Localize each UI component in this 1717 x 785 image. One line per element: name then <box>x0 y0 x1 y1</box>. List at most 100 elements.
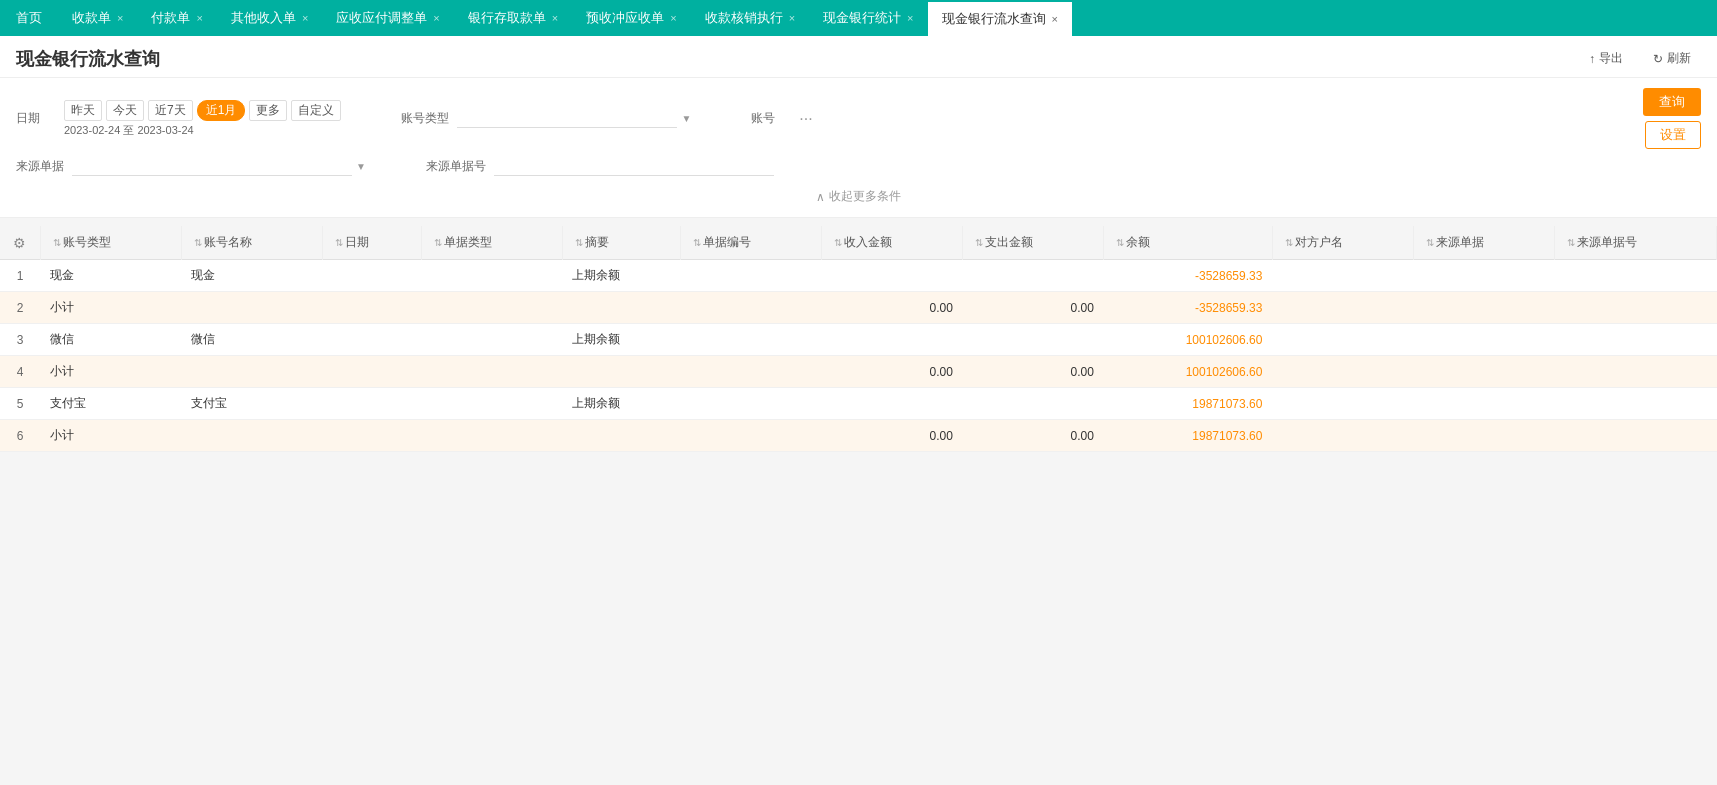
th-settings[interactable]: ⚙ <box>0 226 40 260</box>
nav-tab-close[interactable]: × <box>117 12 123 24</box>
table-row: 3微信微信上期余额100102606.60 <box>0 324 1717 356</box>
sort-icon-balance: ⇅ <box>1116 237 1124 248</box>
td-doc_type <box>421 324 562 356</box>
query-button[interactable]: 查询 <box>1643 88 1701 116</box>
th-doc_no[interactable]: ⇅单据编号 <box>681 226 822 260</box>
th-income[interactable]: ⇅收入金额 <box>822 226 963 260</box>
export-icon: ↑ <box>1589 52 1595 66</box>
nav-tab-付款单[interactable]: 付款单 × <box>137 0 216 36</box>
collapse-button[interactable]: ∧ 收起更多条件 <box>816 188 901 205</box>
nav-tab-预收冲应收单[interactable]: 预收冲应收单 × <box>572 0 690 36</box>
td-settings: 3 <box>0 324 40 356</box>
nav-tab-收款核销执行[interactable]: 收款核销执行× <box>691 0 809 36</box>
account-type-dropdown-icon[interactable]: ▼ <box>681 113 691 124</box>
nav-tab-应收应付调整单[interactable]: 应收应付调整单× <box>322 0 453 36</box>
sort-icon-counterpart: ⇅ <box>1285 237 1293 248</box>
td-account_type: 小计 <box>40 356 181 388</box>
nav-tab-银行存取款单[interactable]: 银行存取款单× <box>454 0 572 36</box>
th-source_doc[interactable]: ⇅来源单据 <box>1413 226 1554 260</box>
sort-icon-doc_type: ⇅ <box>434 237 442 248</box>
td-expense: 0.00 <box>963 420 1104 452</box>
td-summary <box>562 420 680 452</box>
date-btn-近7天[interactable]: 近7天 <box>148 100 193 121</box>
th-balance[interactable]: ⇅余额 <box>1104 226 1272 260</box>
td-summary: 上期余额 <box>562 260 680 292</box>
account-type-input[interactable] <box>457 109 677 128</box>
nav-tab-close[interactable]: × <box>907 12 913 24</box>
td-expense: 0.00 <box>963 292 1104 324</box>
td-settings: 1 <box>0 260 40 292</box>
td-source_doc <box>1413 260 1554 292</box>
date-btn-昨天[interactable]: 昨天 <box>64 100 102 121</box>
collapse-icon: ∧ <box>816 190 825 204</box>
nav-tab-label: 现金银行流水查询 <box>942 10 1046 28</box>
account-filter: 账号 ··· <box>751 110 812 128</box>
td-account_name <box>181 356 322 388</box>
account-more-dots[interactable]: ··· <box>799 110 812 128</box>
sort-icon-source_doc_no: ⇅ <box>1567 237 1575 248</box>
data-table: ⚙ ⇅账号类型⇅账号名称⇅日期⇅单据类型⇅摘要⇅单据编号⇅收入金额⇅支出金额⇅余额… <box>0 226 1717 452</box>
table-row: 5支付宝支付宝上期余额19871073.60 <box>0 388 1717 420</box>
th-doc_type[interactable]: ⇅单据类型 <box>421 226 562 260</box>
td-date <box>322 420 421 452</box>
nav-tab-close[interactable]: × <box>789 12 795 24</box>
source-doc-filter: 来源单据 ▼ <box>16 157 366 176</box>
th-date[interactable]: ⇅日期 <box>322 226 421 260</box>
nav-tab-close[interactable]: × <box>552 12 558 24</box>
nav-tab-其他收入单[interactable]: 其他收入单 × <box>217 0 322 36</box>
nav-tab-现金银行统计[interactable]: 现金银行统计× <box>809 0 927 36</box>
sort-icon-account_name: ⇅ <box>194 237 202 248</box>
sort-icon-income: ⇅ <box>834 237 842 248</box>
date-btn-近1月[interactable]: 近1月 <box>197 100 246 121</box>
sort-icon-expense: ⇅ <box>975 237 983 248</box>
date-btn-自定义[interactable]: 自定义 <box>291 100 341 121</box>
td-date <box>322 356 421 388</box>
settings-button[interactable]: 设置 <box>1645 121 1701 149</box>
date-btn-更多[interactable]: 更多 <box>249 100 287 121</box>
source-doc-input[interactable] <box>72 157 352 176</box>
td-settings: 4 <box>0 356 40 388</box>
nav-tab-close[interactable]: × <box>196 12 202 24</box>
sort-icon-source_doc: ⇅ <box>1426 237 1434 248</box>
th-summary[interactable]: ⇅摘要 <box>562 226 680 260</box>
table-row: 6小计0.000.0019871073.60 <box>0 420 1717 452</box>
refresh-icon: ↻ <box>1653 52 1663 66</box>
source-doc-dropdown-icon[interactable]: ▼ <box>356 161 366 172</box>
td-account_type: 支付宝 <box>40 388 181 420</box>
td-doc_no <box>681 260 822 292</box>
th-counterpart[interactable]: ⇅对方户名 <box>1272 226 1413 260</box>
td-counterpart <box>1272 388 1413 420</box>
nav-tab-close[interactable]: × <box>433 12 439 24</box>
nav-tab-label: 付款单 <box>151 9 190 27</box>
nav-tab-label: 预收冲应收单 <box>586 9 664 27</box>
nav-tab-label: 其他收入单 <box>231 9 296 27</box>
nav-home[interactable]: 首页 <box>0 0 58 36</box>
nav-tab-现金银行流水查询[interactable]: 现金银行流水查询 × <box>928 0 1072 36</box>
th-expense[interactable]: ⇅支出金额 <box>963 226 1104 260</box>
td-source_doc_no <box>1555 292 1717 324</box>
date-btn-今天[interactable]: 今天 <box>106 100 144 121</box>
nav-tab-收款单[interactable]: 收款单× <box>58 0 137 36</box>
sort-icon-date: ⇅ <box>335 237 343 248</box>
td-balance: 19871073.60 <box>1104 388 1272 420</box>
nav-tab-close[interactable]: × <box>302 12 308 24</box>
refresh-button[interactable]: ↻ 刷新 <box>1643 46 1701 71</box>
account-label: 账号 <box>751 110 791 127</box>
th-account_name[interactable]: ⇅账号名称 <box>181 226 322 260</box>
td-balance: 100102606.60 <box>1104 324 1272 356</box>
td-expense <box>963 324 1104 356</box>
source-doc-select-wrap: ▼ <box>72 157 366 176</box>
table-row: 4小计0.000.00100102606.60 <box>0 356 1717 388</box>
td-income <box>822 260 963 292</box>
nav-tab-close[interactable]: × <box>670 12 676 24</box>
table-settings-icon[interactable]: ⚙ <box>13 235 26 251</box>
td-counterpart <box>1272 260 1413 292</box>
account-type-select-wrap: ▼ <box>457 109 691 128</box>
td-counterpart <box>1272 356 1413 388</box>
td-doc_no <box>681 420 822 452</box>
export-button[interactable]: ↑ 导出 <box>1579 46 1633 71</box>
nav-tab-close[interactable]: × <box>1052 13 1058 25</box>
th-account_type[interactable]: ⇅账号类型 <box>40 226 181 260</box>
th-source_doc_no[interactable]: ⇅来源单据号 <box>1555 226 1717 260</box>
source-doc-no-input[interactable] <box>494 157 774 176</box>
